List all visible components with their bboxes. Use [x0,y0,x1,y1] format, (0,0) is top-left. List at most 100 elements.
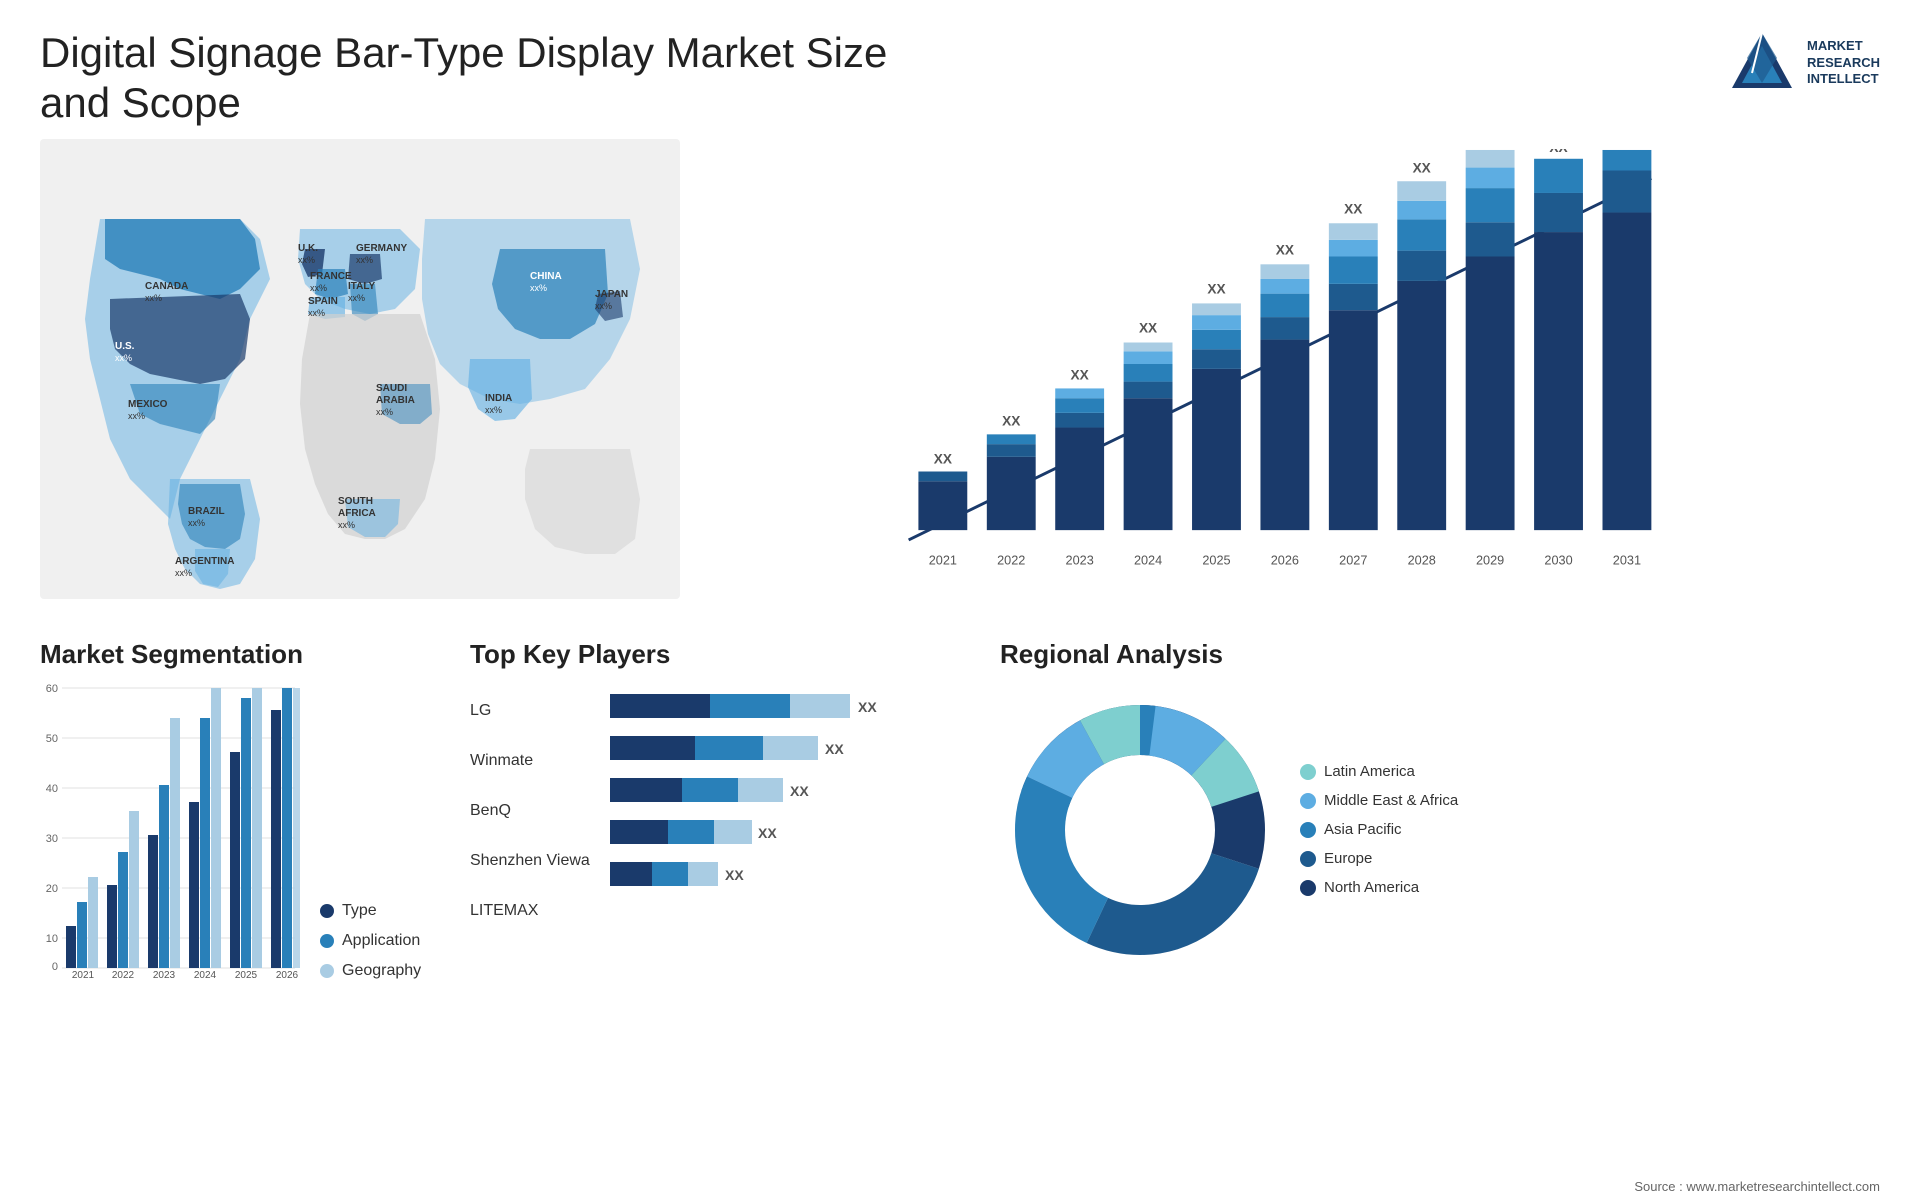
svg-text:xx%: xx% [310,283,327,293]
key-players: Top Key Players LG Winmate BenQ Shenzhen… [470,639,970,1169]
svg-text:xx%: xx% [308,308,325,318]
players-bars-svg: XX XX XX XX [610,690,930,900]
logo-icon [1727,28,1797,98]
player-name-lg: LG [470,695,590,727]
latin-america-label: Latin America [1324,763,1415,780]
asia-pacific-label: Asia Pacific [1324,821,1402,838]
svg-text:2022: 2022 [997,553,1025,567]
svg-text:2021: 2021 [72,970,95,980]
segmentation-chart: 60 50 40 30 20 10 0 [40,680,300,980]
svg-text:XX: XX [1344,201,1362,216]
logo-text: MARKET RESEARCH INTELLECT [1807,38,1880,89]
svg-text:SOUTH: SOUTH [338,496,373,507]
geography-dot [320,964,334,978]
svg-text:50: 50 [46,733,58,745]
world-map-svg: CANADA xx% U.S. xx% MEXICO xx% BRAZIL xx… [40,139,680,599]
growth-bar-chart: XX 2021 XX 2022 XX 2023 XX 2024 [700,149,1860,579]
svg-text:2031: 2031 [1613,553,1641,567]
logo-area: MARKET RESEARCH INTELLECT [1727,28,1880,98]
svg-text:2030: 2030 [1544,553,1572,567]
regional-analysis: Regional Analysis [1000,639,1880,1169]
svg-text:XX: XX [790,783,809,799]
svg-text:2022: 2022 [112,970,135,980]
svg-text:XX: XX [1276,242,1294,257]
svg-text:2027: 2027 [1339,553,1367,567]
svg-text:XX: XX [825,741,844,757]
svg-text:2024: 2024 [1134,553,1162,567]
market-segmentation: Market Segmentation 60 50 40 30 20 10 0 [40,639,440,1169]
donut-legend: Latin America Middle East & Africa Asia … [1300,763,1458,896]
svg-text:XX: XX [1618,149,1636,152]
legend-item-application: Application [320,932,421,950]
svg-text:xx%: xx% [298,255,315,265]
svg-text:2028: 2028 [1408,553,1436,567]
svg-text:60: 60 [46,683,58,695]
svg-text:xx%: xx% [348,293,365,303]
svg-text:xx%: xx% [145,293,162,303]
player-name-winmate: Winmate [470,745,590,777]
europe-color [1300,851,1316,867]
svg-text:xx%: xx% [115,353,132,363]
svg-text:JAPAN: JAPAN [595,289,628,300]
svg-text:ITALY: ITALY [348,281,376,292]
svg-text:2026: 2026 [1271,553,1299,567]
svg-text:2029: 2029 [1476,553,1504,567]
bar-chart-container: XX 2021 XX 2022 XX 2023 XX 2024 [680,139,1880,599]
player-name-litemax: LITEMAX [470,895,590,927]
svg-text:AFRICA: AFRICA [338,508,376,519]
main-content: CANADA xx% U.S. xx% MEXICO xx% BRAZIL xx… [0,139,1920,619]
regional-title: Regional Analysis [1000,639,1880,670]
legend-application-label: Application [342,932,420,950]
svg-text:XX: XX [1207,281,1225,296]
svg-text:2026: 2026 [276,970,299,980]
svg-text:XX: XX [1071,367,1089,382]
europe-label: Europe [1324,850,1372,867]
svg-text:CHINA: CHINA [530,271,562,282]
svg-text:xx%: xx% [376,407,393,417]
svg-text:BRAZIL: BRAZIL [188,506,225,517]
player-name-shenzhen: Shenzhen Viewa [470,845,590,877]
svg-text:xx%: xx% [356,255,373,265]
svg-text:40: 40 [46,783,58,795]
svg-text:SAUDI: SAUDI [376,383,407,394]
north-america-color [1300,880,1316,896]
legend-north-america: North America [1300,879,1458,896]
svg-text:ARABIA: ARABIA [376,395,415,406]
svg-text:XX: XX [858,699,877,715]
svg-text:20: 20 [46,883,58,895]
svg-text:FRANCE: FRANCE [310,271,352,282]
svg-text:SPAIN: SPAIN [308,296,338,307]
legend-middle-east: Middle East & Africa [1300,792,1458,809]
donut-area: Latin America Middle East & Africa Asia … [1000,690,1880,970]
svg-text:XX: XX [758,825,777,841]
svg-text:INDIA: INDIA [485,393,512,404]
svg-text:2023: 2023 [1066,553,1094,567]
svg-text:xx%: xx% [530,283,547,293]
svg-text:xx%: xx% [128,411,145,421]
svg-text:CANADA: CANADA [145,281,188,292]
key-players-title: Top Key Players [470,639,970,670]
svg-text:xx%: xx% [338,520,355,530]
svg-text:xx%: xx% [485,405,502,415]
legend-europe: Europe [1300,850,1458,867]
header: Digital Signage Bar-Type Display Market … [0,0,1920,139]
segmentation-legend: Type Application Geography [320,892,421,980]
world-map: CANADA xx% U.S. xx% MEXICO xx% BRAZIL xx… [40,139,660,599]
page-title: Digital Signage Bar-Type Display Market … [40,28,940,129]
application-dot [320,934,334,948]
asia-pacific-color [1300,822,1316,838]
svg-text:30: 30 [46,833,58,845]
svg-text:XX: XX [1549,149,1567,155]
type-dot [320,904,334,918]
svg-text:ARGENTINA: ARGENTINA [175,556,234,567]
middle-east-color [1300,793,1316,809]
player-name-benq: BenQ [470,795,590,827]
middle-east-label: Middle East & Africa [1324,792,1458,809]
svg-text:U.K.: U.K. [298,243,318,254]
legend-asia-pacific: Asia Pacific [1300,821,1458,838]
source-text: Source : www.marketresearchintellect.com [0,1179,1920,1204]
svg-text:10: 10 [46,933,58,945]
svg-text:XX: XX [1002,413,1020,428]
players-chart: LG Winmate BenQ Shenzhen Viewa LITEMAX X… [470,690,970,927]
svg-text:2025: 2025 [235,970,258,980]
